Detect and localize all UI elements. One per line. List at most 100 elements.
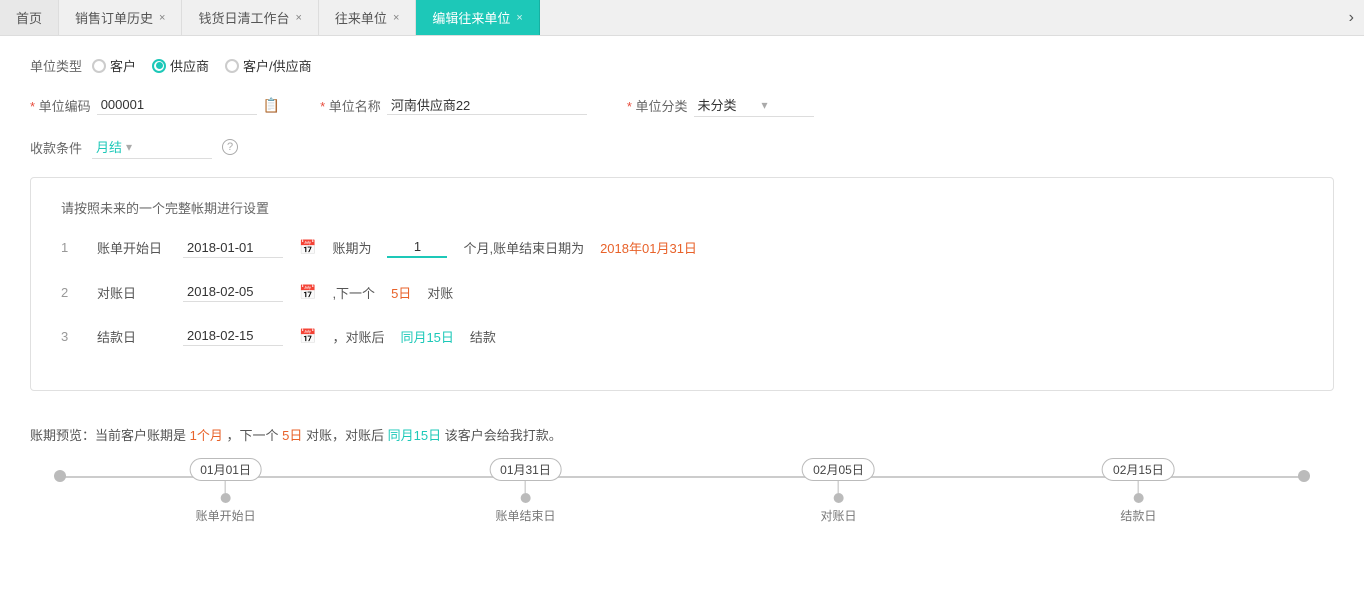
preview-highlight-1: 1个月 [190,428,223,443]
payment-terms-row: 收款条件 月结 ▾ ? [30,135,1334,159]
preview-highlight-2: 5日 [282,428,302,443]
period-suffix-before: 账期为 [332,238,371,257]
tab-bar: 首页 销售订单历史 × 钱货日清工作台 × 往来单位 × 编辑往来单位 × › [0,0,1364,36]
radio-both[interactable]: 客户/供应商 [225,56,312,75]
reconcile-suffix: 对账 [427,283,453,302]
tab-partner-units-label: 往来单位 [335,8,387,27]
period-row-2: 2 对账日 📅 ,下一个 5日 对账 [61,282,1303,302]
calendar-icon-1[interactable]: 📅 [299,239,316,256]
main-content: 单位类型 客户 供应商 客户/供应商 单位编码 📋 单位名称 [0,36,1364,608]
unit-category-select[interactable]: 未分类 ▾ [694,93,814,117]
radio-supplier-label: 供应商 [170,56,209,75]
tl-circle-1 [221,493,231,503]
period-label-1: 账单开始日 [97,238,167,257]
radio-customer-circle [92,59,106,73]
payment-dropdown-icon: ▾ [126,140,132,154]
tab-home[interactable]: 首页 [0,0,59,35]
radio-supplier[interactable]: 供应商 [152,56,209,75]
tl-pill-2: 01月31日 [489,458,562,481]
radio-both-label: 客户/供应商 [243,56,312,75]
reconcile-prefix: ,下一个 [332,283,375,302]
help-icon[interactable]: ? [222,139,238,155]
preview-prefix: 账期预览：当前客户账期是 [30,428,186,443]
unit-type-radio-group: 客户 供应商 客户/供应商 [92,56,312,75]
preview-text: 账期预览：当前客户账期是 1个月 ，下一个 5日 对账，对账后 同月15日 该客… [30,411,1334,458]
unit-name-input[interactable] [387,95,587,115]
unit-category-label: 单位分类 [627,96,688,115]
tl-circle-2 [521,493,531,503]
radio-customer-label: 客户 [110,56,136,75]
tl-pill-1: 01月01日 [189,458,262,481]
tab-sales-order-history[interactable]: 销售订单历史 × [59,0,182,35]
tab-edit-partner-unit[interactable]: 编辑往来单位 × [416,0,539,35]
unit-category-field: 单位分类 未分类 ▾ [627,93,814,117]
calendar-icon-2[interactable]: 📅 [299,284,316,301]
unit-details-row: 单位编码 📋 单位名称 单位分类 未分类 ▾ [30,93,1334,117]
step-3: 3 [61,329,81,344]
timeline-right-dot [1298,470,1310,482]
tl-connector-3 [838,481,839,493]
close-icon[interactable]: × [393,12,399,24]
preview-mid2: 对账，对账后 [306,428,384,443]
period-row-1: 1 账单开始日 📅 账期为 个月,账单结束日期为 2018年01月31日 [61,237,1303,258]
unit-code-label: 单位编码 [30,96,91,115]
unit-type-label: 单位类型 [30,56,82,75]
period-label-3: 结款日 [97,327,167,346]
period-settings-box: 请按照未来的一个完整帐期进行设置 1 账单开始日 📅 账期为 个月,账单结束日期… [30,177,1334,391]
payment-prefix: ，对账后 [332,327,384,346]
payment-terms-label: 收款条件 [30,138,82,157]
tl-name-3: 对账日 [820,507,856,524]
radio-supplier-circle [152,59,166,73]
tab-sales-order-history-label: 销售订单历史 [75,8,153,27]
reconcile-highlight: 5日 [391,283,411,302]
calendar-icon-3[interactable]: 📅 [299,328,316,345]
tab-edit-partner-unit-label: 编辑往来单位 [432,8,510,27]
payment-terms-value: 月结 [96,137,122,156]
tl-pill-3: 02月05日 [802,458,875,481]
tl-circle-4 [1133,493,1143,503]
close-icon[interactable]: × [295,12,301,24]
tab-partner-units[interactable]: 往来单位 × [319,0,416,35]
payment-suffix: 结款 [470,327,496,346]
unit-code-input[interactable] [97,95,257,115]
timeline-left-dot [54,470,66,482]
start-date-input[interactable] [183,238,283,258]
timeline: 01月01日 账单开始日 01月31日 账单结束日 02月05日 对账日 02月… [30,458,1334,538]
step-1: 1 [61,240,81,255]
close-icon[interactable]: × [516,12,522,24]
tab-home-label: 首页 [16,8,42,27]
period-label-2: 对账日 [97,283,167,302]
copy-icon[interactable]: 📋 [263,97,280,114]
tl-name-1: 账单开始日 [196,507,256,524]
period-box-title: 请按照未来的一个完整帐期进行设置 [61,198,1303,217]
unit-category-value: 未分类 [698,95,758,114]
tl-name-4: 结款日 [1120,507,1156,524]
period-suffix-after: 个月,账单结束日期为 [463,238,584,257]
preview-mid1: ，下一个 [227,428,279,443]
step-2: 2 [61,285,81,300]
close-icon[interactable]: × [159,12,165,24]
unit-name-field: 单位名称 [320,95,587,115]
tab-cash-reconciliation[interactable]: 钱货日清工作台 × [182,0,318,35]
dropdown-icon: ▾ [762,98,768,112]
tl-name-2: 账单结束日 [496,507,556,524]
unit-type-row: 单位类型 客户 供应商 客户/供应商 [30,56,1334,75]
reconcile-date-input[interactable] [183,282,283,302]
timeline-node-4: 02月15日 结款日 [1102,458,1175,524]
tab-more-button[interactable]: › [1339,0,1364,35]
tab-cash-reconciliation-label: 钱货日清工作台 [198,8,289,27]
payment-date-input[interactable] [183,326,283,346]
unit-name-label: 单位名称 [320,96,381,115]
radio-both-circle [225,59,239,73]
period-months-input[interactable] [387,237,447,258]
payment-terms-select[interactable]: 月结 ▾ [92,135,212,159]
preview-suffix: 该客户会给我打款。 [445,428,562,443]
tl-pill-4: 02月15日 [1102,458,1175,481]
preview-highlight-3: 同月15日 [388,428,441,443]
radio-customer[interactable]: 客户 [92,56,136,75]
timeline-node-2: 01月31日 账单结束日 [489,458,562,524]
payment-highlight: 同月15日 [400,327,453,346]
timeline-node-3: 02月05日 对账日 [802,458,875,524]
tl-connector-2 [525,481,526,493]
tl-circle-3 [833,493,843,503]
